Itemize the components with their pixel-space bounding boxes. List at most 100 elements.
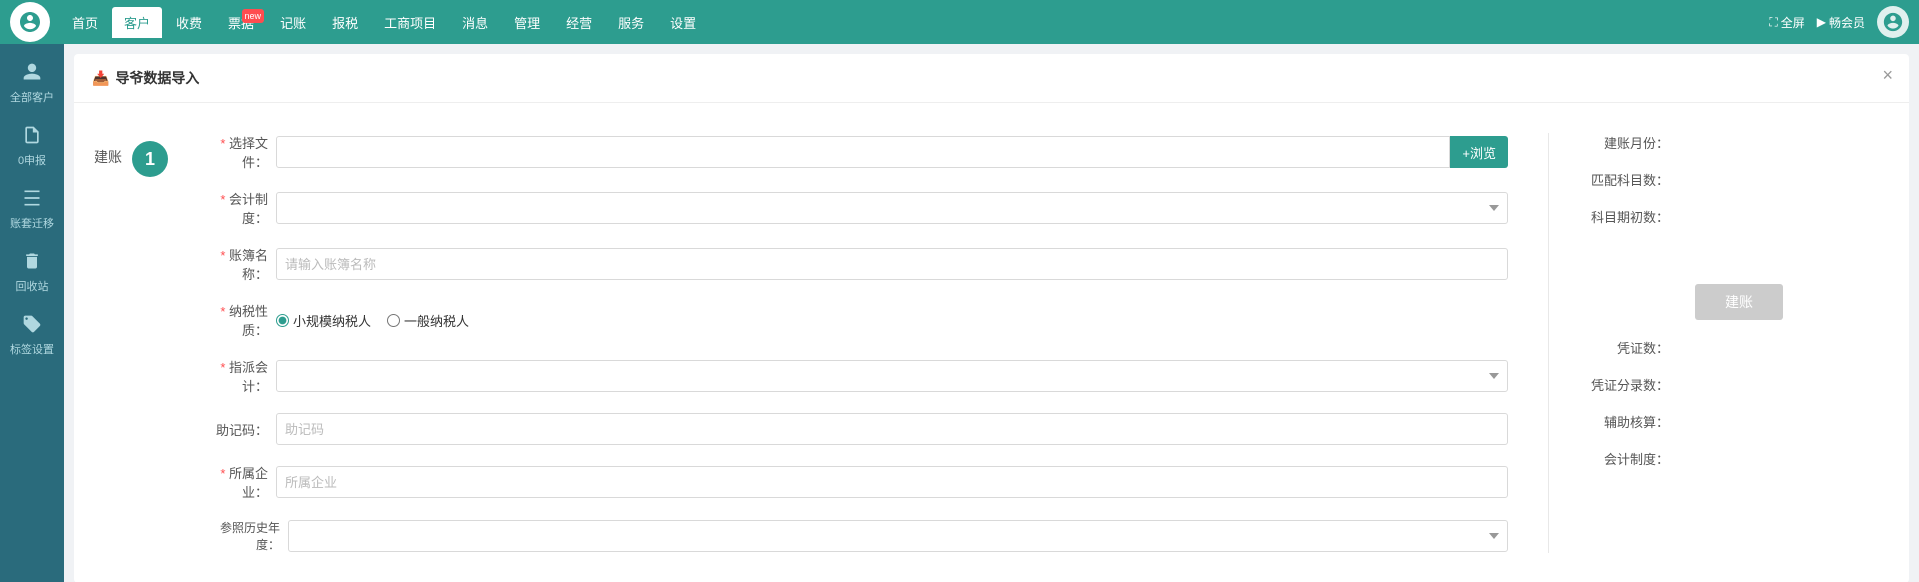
memo-code-input[interactable] [276, 413, 1508, 445]
import-panel: 📥 导爷数据导入 × 建账 1 选择文件： [74, 54, 1909, 582]
member-button[interactable]: ▶ 畅会员 [1817, 14, 1865, 31]
nav-management[interactable]: 管理 [502, 7, 552, 38]
content-area: 📥 导爷数据导入 × 建账 1 选择文件： [64, 44, 1919, 582]
top-nav-right: ⛶ 全屏 ▶ 畅会员 [1769, 6, 1909, 38]
form-right: 建账月份： 匹配科目数： 科目期初数： 建账 [1589, 133, 1889, 553]
sidebar-label-declaration: 0申报 [18, 152, 46, 168]
tax-type-radio-group: 小规模纳税人 一般纳税人 [276, 311, 469, 330]
accounting-system-label: 会计制度： [198, 189, 268, 227]
sidebar-label-all-clients: 全部客户 [10, 89, 54, 105]
step-circle: 1 [132, 141, 168, 177]
declaration-icon [22, 125, 42, 148]
member-icon: ▶ [1817, 15, 1826, 29]
sidebar-item-all-clients[interactable]: 全部客户 [0, 52, 64, 115]
accounting-system-select[interactable] [276, 192, 1508, 224]
voucher-entries-label: 凭证分录数： [1589, 375, 1669, 394]
match-subjects-label: 匹配科目数： [1589, 170, 1669, 189]
browse-button[interactable]: +浏览 [1450, 136, 1508, 168]
accountant-label: 指派会计： [198, 357, 268, 395]
voucher-count-row: 凭证数： [1589, 338, 1889, 357]
file-input-row: +浏览 [276, 136, 1508, 168]
panel-header: 📥 导爷数据导入 [74, 54, 1909, 103]
company-input[interactable] [276, 466, 1508, 498]
new-badge: new [242, 9, 265, 23]
accountant-row: 指派会计： [198, 357, 1508, 395]
company-label: 所属企业： [198, 463, 268, 501]
all-clients-icon [22, 62, 42, 85]
file-row: 选择文件： +浏览 [198, 133, 1508, 171]
step-label: 建账 [94, 147, 122, 167]
small-taxpayer-input[interactable] [276, 314, 289, 327]
nav-customers[interactable]: 客户 [112, 7, 162, 38]
right-accounting-system-label: 会计制度： [1589, 449, 1669, 468]
file-label: 选择文件： [198, 133, 268, 171]
small-taxpayer-label: 小规模纳税人 [293, 311, 371, 330]
small-taxpayer-radio[interactable]: 小规模纳税人 [276, 311, 371, 330]
jiuzhang-month-label: 建账月份： [1589, 133, 1669, 152]
nav-invoices[interactable]: 票据 new [216, 7, 266, 38]
nav-settings[interactable]: 设置 [658, 7, 708, 38]
subject-initial-label: 科目期初数： [1589, 207, 1669, 226]
nav-messages[interactable]: 消息 [450, 7, 500, 38]
migration-icon [22, 188, 42, 211]
nav-business[interactable]: 工商项目 [372, 7, 448, 38]
panel-title: 导爷数据导入 [115, 68, 199, 88]
general-taxpayer-radio[interactable]: 一般纳税人 [387, 311, 469, 330]
history-year-row: 参照历史年度： [198, 519, 1508, 553]
tax-type-label: 纳税性质： [198, 301, 268, 339]
fullscreen-icon: ⛶ [1769, 15, 1777, 30]
general-taxpayer-input[interactable] [387, 314, 400, 327]
memo-code-row: 助记码： [198, 413, 1508, 445]
step-indicator: 建账 1 [94, 133, 168, 553]
match-subjects-row: 匹配科目数： [1589, 170, 1889, 189]
right-accounting-system-row: 会计制度： [1589, 449, 1889, 468]
main-layout: 全部客户 0申报 账套迁移 回收站 标签设置 [0, 44, 1919, 582]
voucher-entries-row: 凭证分录数： [1589, 375, 1889, 394]
sidebar-item-trash[interactable]: 回收站 [0, 241, 64, 304]
sidebar-item-migration[interactable]: 账套迁移 [0, 178, 64, 241]
form-left: 选择文件： +浏览 会计制度： [198, 133, 1508, 553]
sidebar-item-declaration[interactable]: 0申报 [0, 115, 64, 178]
voucher-count-label: 凭证数： [1589, 338, 1669, 357]
establish-account-button[interactable]: 建账 [1695, 284, 1783, 320]
nav-items: 首页 客户 收费 票据 new 记账 报税 工商项目 消息 管理 经营 服务 设… [60, 7, 1769, 38]
ledger-name-label: 账簿名称： [198, 245, 268, 283]
app-logo[interactable] [10, 2, 50, 42]
ledger-name-row: 账簿名称： [198, 245, 1508, 283]
sidebar-label-migration: 账套迁移 [10, 215, 54, 231]
nav-services[interactable]: 服务 [606, 7, 656, 38]
nav-fees[interactable]: 收费 [164, 7, 214, 38]
subject-initial-row: 科目期初数： [1589, 207, 1889, 226]
close-button[interactable]: × [1882, 66, 1893, 84]
ledger-name-input[interactable] [276, 248, 1508, 280]
nav-operations[interactable]: 经营 [554, 7, 604, 38]
jiuzhang-month-row: 建账月份： [1589, 133, 1889, 152]
establish-btn-container: 建账 [1589, 244, 1889, 320]
form-area: 建账 1 选择文件： +浏览 [74, 103, 1909, 582]
nav-tax[interactable]: 报税 [320, 7, 370, 38]
history-year-select[interactable] [288, 520, 1508, 552]
general-taxpayer-label: 一般纳税人 [404, 311, 469, 330]
memo-code-label: 助记码： [198, 420, 268, 439]
history-year-label: 参照历史年度： [198, 519, 280, 553]
top-navigation: 首页 客户 收费 票据 new 记账 报税 工商项目 消息 管理 经营 服务 设… [0, 0, 1919, 44]
company-row: 所属企业： [198, 463, 1508, 501]
file-text-input[interactable] [276, 136, 1450, 168]
nav-bookkeeping[interactable]: 记账 [268, 7, 318, 38]
fullscreen-button[interactable]: ⛶ 全屏 [1769, 14, 1804, 31]
sidebar: 全部客户 0申报 账套迁移 回收站 标签设置 [0, 44, 64, 582]
tax-type-row: 纳税性质： 小规模纳税人 一般纳税人 [198, 301, 1508, 339]
form-divider [1548, 133, 1549, 553]
sidebar-label-tags: 标签设置 [10, 341, 54, 357]
accountant-select[interactable] [276, 360, 1508, 392]
trash-icon [22, 251, 42, 274]
sidebar-item-tags[interactable]: 标签设置 [0, 304, 64, 367]
nav-home[interactable]: 首页 [60, 7, 110, 38]
auxiliary-accounting-row: 辅助核算： [1589, 412, 1889, 431]
sidebar-label-trash: 回收站 [16, 278, 49, 294]
user-avatar[interactable] [1877, 6, 1909, 38]
accounting-system-row: 会计制度： [198, 189, 1508, 227]
auxiliary-accounting-label: 辅助核算： [1589, 412, 1669, 431]
import-icon: 📥 [92, 70, 109, 87]
tags-icon [22, 314, 42, 337]
